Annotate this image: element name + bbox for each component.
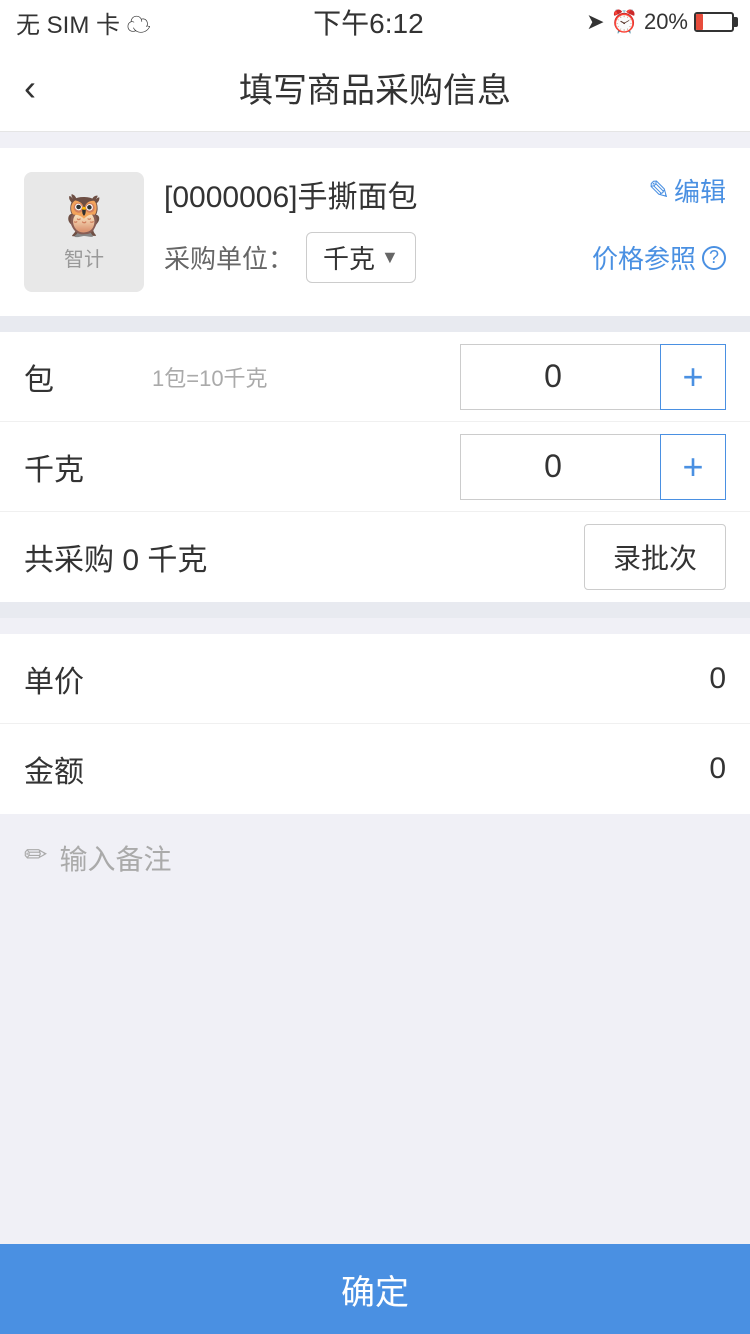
price-ref-button[interactable]: 价格参照 ? [592,239,726,276]
confirm-button[interactable]: 确定 [0,1244,750,1334]
remarks-section[interactable]: ✏ 输入备注 [0,814,750,954]
bao-plus-button[interactable]: + [660,344,726,410]
kg-input-wrap: + [460,434,726,500]
kg-label: 千克 [24,445,144,489]
product-card: 🦉 智计 [0000006]手撕面包 采购单位： 千克 ▼ 价格参照 ? ✎ 编… [0,148,750,316]
status-right: ➤ ⏰ 20% [586,9,734,35]
unit-price-label: 单价 [24,657,84,701]
unit-select[interactable]: 千克 ▼ [306,232,416,283]
status-bar: 无 SIM 卡 ☁ 下午6:12 ➤ ⏰ 20% [0,0,750,44]
kg-input-row: 千克 + [0,422,750,512]
amount-label: 金额 [24,747,84,791]
alarm-icon: ⏰ [611,9,638,35]
product-info: [0000006]手撕面包 采购单位： 千克 ▼ 价格参照 ? [164,172,726,283]
chevron-down-icon: ▼ [381,247,399,268]
edit-button[interactable]: ✎ 编辑 [648,172,726,209]
bao-input[interactable] [460,344,660,410]
battery-icon [694,12,734,32]
bao-label: 包 [24,355,144,399]
bao-input-wrap: + [460,344,726,410]
location-icon: ➤ [586,9,604,35]
price-ref-label: 价格参照 [592,239,696,276]
bao-input-row: 包 1包=10千克 + [0,332,750,422]
record-batch-button[interactable]: 录批次 [584,524,726,590]
info-section: 单价 0 金额 0 [0,634,750,814]
product-thumbnail: 🦉 智计 [24,172,144,292]
separator-2 [0,602,750,618]
edit-icon: ✎ [648,175,670,206]
product-name: [0000006]手撕面包 [164,172,726,216]
remarks-placeholder: 输入备注 [59,838,171,878]
status-left: 无 SIM 卡 ☁ [16,5,151,40]
kg-plus-button[interactable]: + [660,434,726,500]
kg-input[interactable] [460,434,660,500]
amount-row: 金额 0 [0,724,750,814]
content-spacer [0,954,750,1254]
edit-label: 编辑 [674,172,726,209]
status-time: 下午6:12 [313,2,424,42]
bao-sublabel: 1包=10千克 [152,361,268,393]
product-icon: 🦉 [59,192,109,239]
unit-label: 采购单位： [164,239,294,276]
nav-bar: ‹ 填写商品采购信息 [0,44,750,132]
sim-label: 无 SIM 卡 ☁ [16,5,151,40]
back-button[interactable]: ‹ [24,67,36,109]
unit-price-row: 单价 0 [0,634,750,724]
info-icon: ? [702,246,726,270]
battery-percent: 20% [644,9,688,35]
summary-text: 共采购 0 千克 [24,535,207,579]
pencil-icon: ✏ [24,838,47,871]
unit-value: 千克 [323,239,375,276]
brand-label: 智计 [64,243,104,272]
amount-value: 0 [709,752,726,786]
input-section: 包 1包=10千克 + 千克 + [0,332,750,512]
unit-price-value: 0 [709,662,726,696]
page-title: 填写商品采购信息 [239,63,511,112]
separator-1 [0,316,750,332]
product-unit-row: 采购单位： 千克 ▼ 价格参照 ? [164,232,726,283]
summary-row: 共采购 0 千克 录批次 [0,512,750,602]
